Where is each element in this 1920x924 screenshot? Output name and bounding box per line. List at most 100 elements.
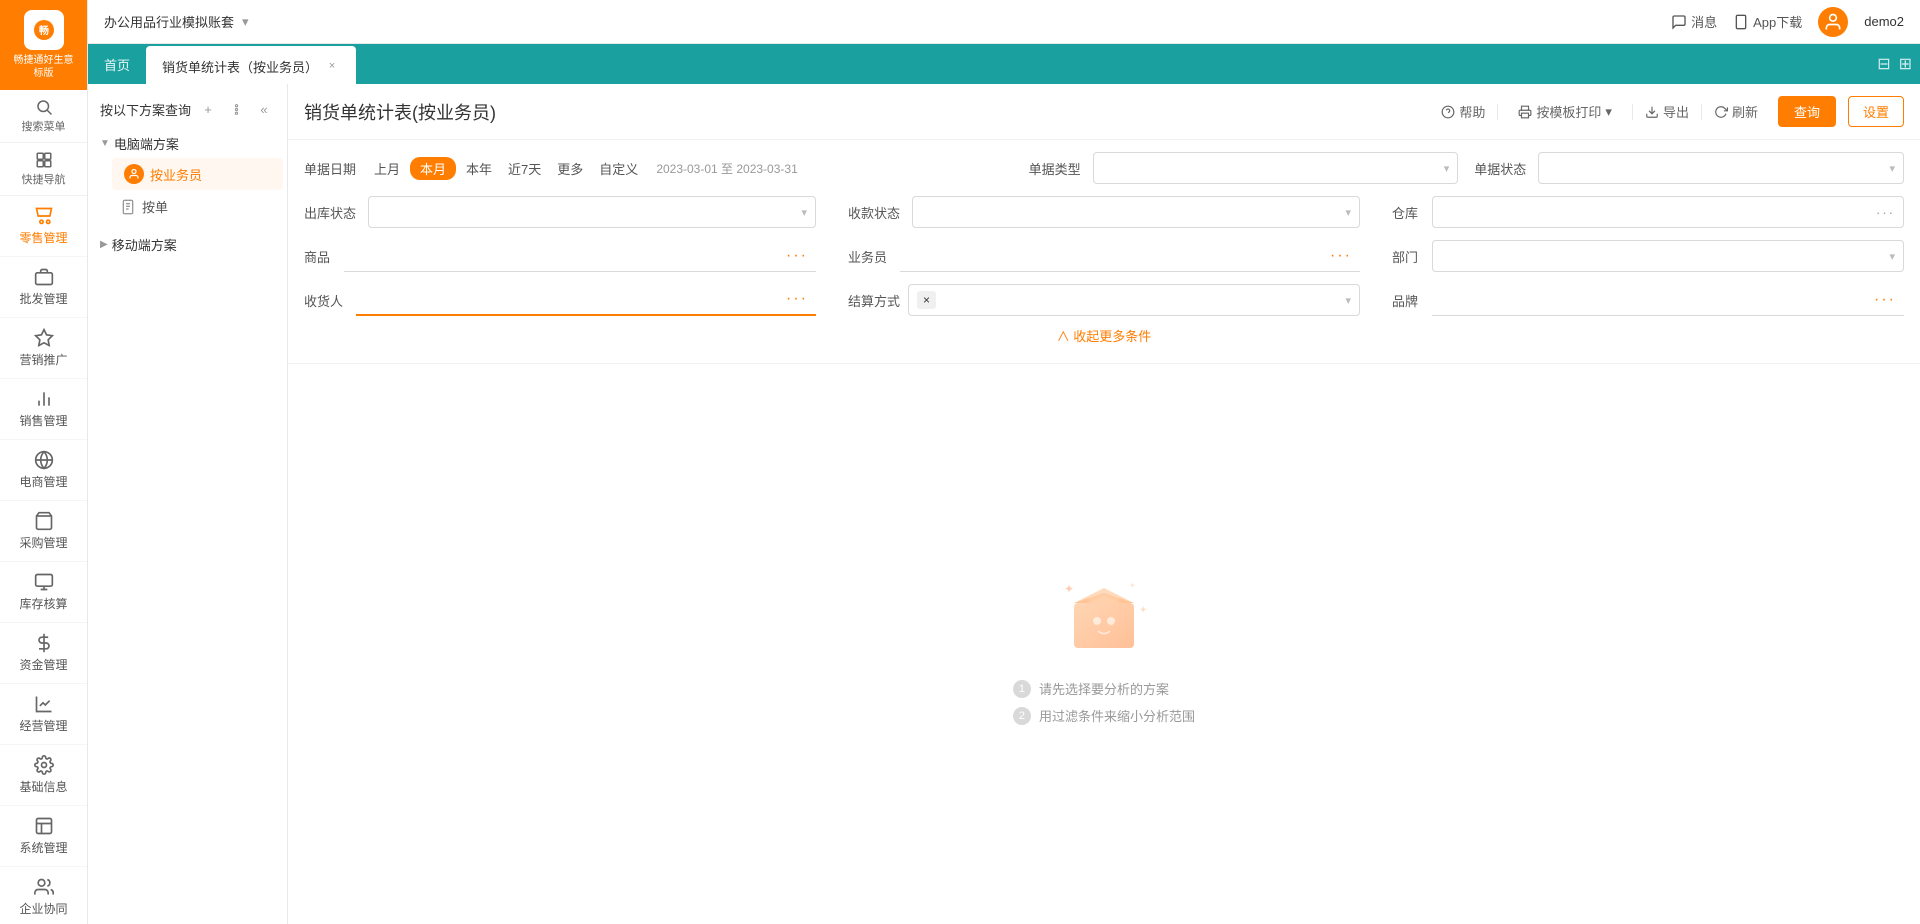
user-avatar[interactable] bbox=[1818, 7, 1848, 37]
topbar-right: 消息 App下载 demo2 bbox=[1671, 7, 1904, 37]
sidebar-item-system-label: 系统管理 bbox=[19, 839, 67, 856]
sidebar-item-basic[interactable]: 基础信息 bbox=[0, 745, 87, 806]
sidebar-item-ecommerce[interactable]: 电商管理 bbox=[0, 440, 87, 501]
export-label: 导出 bbox=[1663, 102, 1689, 121]
date-tab-last-month[interactable]: 上月 bbox=[368, 157, 406, 180]
tip-text-2: 用过滤条件来缩小分析范围 bbox=[1039, 706, 1195, 725]
panel-item-salesperson-label: 按业务员 bbox=[150, 165, 202, 184]
receipt-status-select[interactable]: ▾ bbox=[912, 196, 1360, 228]
sidebar-item-finance-label: 资金管理 bbox=[19, 656, 67, 673]
product-input[interactable]: ··· bbox=[344, 240, 816, 272]
app-download-btn[interactable]: App下载 bbox=[1733, 12, 1802, 31]
salesperson-input[interactable]: ··· bbox=[900, 240, 1360, 272]
department-arrow-icon: ▾ bbox=[1889, 250, 1895, 263]
panel-edit-btn[interactable] bbox=[225, 98, 247, 120]
date-tab-this-year[interactable]: 本年 bbox=[460, 157, 498, 180]
panel-section-mobile-label: 移动端方案 bbox=[112, 235, 177, 254]
sidebar-item-sales[interactable]: 销售管理 bbox=[0, 379, 87, 440]
sidebar-item-retail[interactable]: 零售管理 bbox=[0, 196, 87, 257]
print-btn[interactable]: 按模板打印 ▾ bbox=[1510, 98, 1620, 125]
date-tab-more[interactable]: 更多 bbox=[551, 157, 589, 180]
sidebar-item-inventory[interactable]: 库存核算 bbox=[0, 562, 87, 623]
brand-input[interactable]: ··· bbox=[1432, 284, 1904, 316]
tab-close-btn[interactable]: × bbox=[324, 58, 340, 74]
panel-add-btn[interactable]: + bbox=[197, 98, 219, 120]
user-name[interactable]: demo2 bbox=[1864, 14, 1904, 29]
message-btn[interactable]: 消息 bbox=[1671, 12, 1717, 31]
tab-sales-stats[interactable]: 销货单统计表（按业务员） × bbox=[146, 46, 356, 86]
sidebar-item-marketing[interactable]: 营销推广 bbox=[0, 318, 87, 379]
date-tab-this-month[interactable]: 本月 bbox=[410, 157, 456, 180]
panel-section-mobile-header[interactable]: ▶ 移动端方案 bbox=[88, 231, 287, 258]
sidebar-item-purchase[interactable]: 采购管理 bbox=[0, 501, 87, 562]
doc-type-select[interactable]: ▾ bbox=[1093, 152, 1459, 184]
date-tab-custom[interactable]: 自定义 bbox=[593, 157, 644, 180]
sidebar-item-operations-label: 经营管理 bbox=[19, 717, 67, 734]
doc-type-arrow-icon: ▾ bbox=[1444, 162, 1450, 175]
consignee-dots-icon: ··· bbox=[786, 290, 808, 308]
warehouse-select[interactable]: ··· bbox=[1432, 196, 1904, 228]
topbar: 办公用品行业模拟账套 ▾ 消息 App下载 demo2 bbox=[88, 0, 1920, 44]
doc-type-label: 单据类型 bbox=[1029, 159, 1085, 178]
payment-tag-close[interactable]: × bbox=[923, 293, 930, 307]
tabbar: 首页 销货单统计表（按业务员） × ⊟ ⊞ bbox=[88, 44, 1920, 84]
department-label: 部门 bbox=[1392, 247, 1424, 266]
payment-method-select[interactable]: × ▾ bbox=[908, 284, 1360, 316]
date-label: 单据日期 bbox=[304, 159, 360, 178]
sidebar: 畅 畅捷通好生意 标版 搜索菜单 快捷导航 零售管理 批发管理 营销推广 bbox=[0, 0, 88, 924]
sidebar-search-item[interactable]: 搜索菜单 bbox=[0, 90, 87, 143]
help-btn[interactable]: 帮助 bbox=[1441, 102, 1485, 121]
refresh-label: 刷新 bbox=[1732, 102, 1758, 121]
topbar-dropdown-icon[interactable]: ▾ bbox=[242, 14, 249, 30]
content-area: 按以下方案查询 + « ▼ 电脑端方案 bbox=[88, 84, 1920, 924]
sidebar-item-enterprise[interactable]: 企业协同 bbox=[0, 867, 87, 924]
out-status-arrow-icon: ▾ bbox=[801, 206, 807, 219]
sidebar-item-operations[interactable]: 经营管理 bbox=[0, 684, 87, 745]
panel-header-title: 按以下方案查询 bbox=[100, 100, 191, 119]
tip-num-2: 2 bbox=[1013, 707, 1031, 725]
page-title: 销货单统计表(按业务员) bbox=[304, 99, 496, 125]
divider-3 bbox=[1701, 104, 1702, 120]
panel-item-byorder-label: 按单 bbox=[142, 197, 168, 216]
date-tab-last7[interactable]: 近7天 bbox=[502, 157, 547, 180]
export-btn[interactable]: 导出 bbox=[1645, 102, 1689, 121]
logo-text: 畅捷通好生意 标版 bbox=[14, 54, 74, 80]
collapse-label: ∧ 收起更多条件 bbox=[1057, 326, 1152, 345]
panel-section-desktop-header[interactable]: ▼ 电脑端方案 bbox=[88, 130, 287, 157]
sidebar-logo[interactable]: 畅 畅捷通好生意 标版 bbox=[0, 0, 87, 90]
query-btn[interactable]: 查询 bbox=[1778, 96, 1836, 127]
receipt-status-arrow-icon: ▾ bbox=[1345, 206, 1351, 219]
filter-row-3: 商品 ··· 业务员 ··· bbox=[304, 240, 1904, 272]
sidebar-quicknav[interactable]: 快捷导航 bbox=[0, 143, 87, 196]
tab-minimize-btn[interactable]: ⊟ bbox=[1877, 54, 1890, 74]
refresh-btn[interactable]: 刷新 bbox=[1714, 102, 1758, 121]
sidebar-item-finance[interactable]: 资金管理 bbox=[0, 623, 87, 684]
sidebar-item-sales-label: 销售管理 bbox=[19, 412, 67, 429]
search-label: 搜索菜单 bbox=[22, 118, 66, 134]
panel-item-salesperson[interactable]: 按业务员 bbox=[112, 158, 283, 190]
tab-sales-stats-label: 销货单统计表（按业务员） bbox=[162, 57, 318, 76]
left-panel: 按以下方案查询 + « ▼ 电脑端方案 bbox=[88, 84, 288, 924]
svg-text:✦: ✦ bbox=[1139, 605, 1147, 616]
page-actions: 帮助 按模板打印 ▾ 导出 bbox=[1441, 96, 1904, 127]
panel-item-byorder[interactable]: 按单 bbox=[112, 191, 283, 222]
date-filter-row: 单据日期 上月 本月 本年 近7天 更多 自定义 2023-03-01 至 20… bbox=[304, 152, 1904, 184]
sidebar-item-system[interactable]: 系统管理 bbox=[0, 806, 87, 867]
tab-maximize-btn[interactable]: ⊞ bbox=[1899, 54, 1912, 74]
salesperson-dots-icon: ··· bbox=[1330, 247, 1352, 265]
doc-status-select[interactable]: ▾ bbox=[1538, 152, 1904, 184]
topbar-left: 办公用品行业模拟账套 ▾ bbox=[104, 12, 249, 31]
consignee-input[interactable]: ··· bbox=[356, 284, 816, 316]
filter-area: 单据日期 上月 本月 本年 近7天 更多 自定义 2023-03-01 至 20… bbox=[288, 140, 1920, 364]
tab-home-label: 首页 bbox=[104, 55, 130, 74]
collapse-more-btn[interactable]: ∧ 收起更多条件 bbox=[304, 320, 1904, 351]
tab-home[interactable]: 首页 bbox=[88, 44, 146, 84]
panel-collapse-btn[interactable]: « bbox=[253, 98, 275, 120]
section-mobile-arrow-icon: ▶ bbox=[100, 239, 108, 250]
filter-row-2: 出库状态 ▾ 收款状态 ▾ bbox=[304, 196, 1904, 228]
sidebar-item-wholesale[interactable]: 批发管理 bbox=[0, 257, 87, 318]
out-status-select[interactable]: ▾ bbox=[368, 196, 816, 228]
settings-btn[interactable]: 设置 bbox=[1848, 96, 1904, 127]
logo-icon: 畅 bbox=[24, 10, 64, 50]
department-select[interactable]: ▾ bbox=[1432, 240, 1904, 272]
